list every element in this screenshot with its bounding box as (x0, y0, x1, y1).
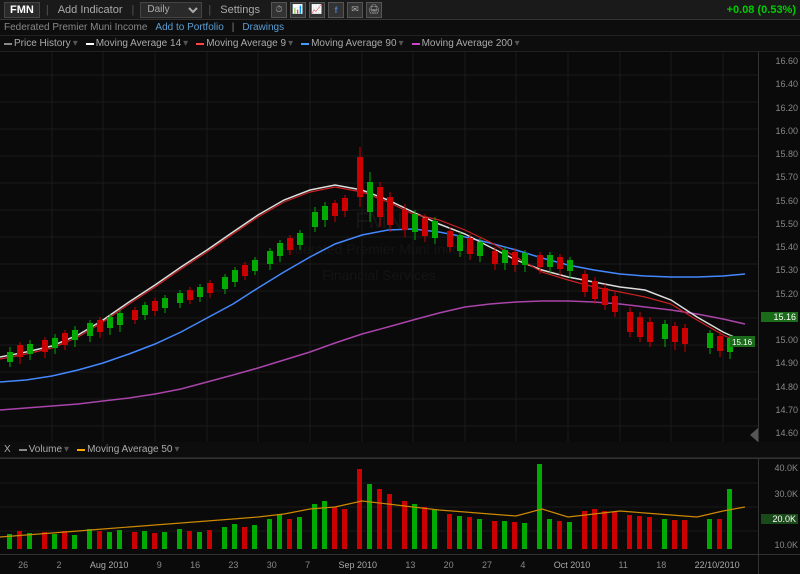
vol-label-20k: 20.0K (761, 514, 798, 524)
icon-share[interactable]: ✉ (347, 2, 363, 18)
candlestick-chart[interactable]: FMN Federated Premier Muni IncomeFinanci… (0, 52, 758, 442)
volume-dot (19, 449, 27, 451)
ticker-symbol[interactable]: FMN (4, 2, 40, 18)
price-label-1620: 16.20 (761, 103, 798, 113)
date-7: 7 (305, 560, 310, 570)
icon-line[interactable]: 📈 (309, 2, 325, 18)
date-18: 18 (656, 560, 666, 570)
sep3: | (208, 4, 211, 16)
ma9-dot (196, 43, 204, 45)
date-20: 20 (444, 560, 454, 570)
price-label-1560: 15.60 (761, 196, 798, 206)
ma200-label[interactable]: Moving Average 200 ▾ (412, 38, 520, 49)
date-22oct2010: 22/10/2010 (695, 560, 740, 570)
icon-print[interactable]: 🖨 (366, 2, 382, 18)
price-label-1600: 16.00 (761, 126, 798, 136)
date-23: 23 (228, 560, 238, 570)
sep1: | (46, 4, 49, 16)
volume-labels: X Volume ▾ Moving Average 50 ▾ (0, 442, 800, 458)
ma9-label[interactable]: Moving Average 9 ▾ (196, 38, 293, 49)
volume-ma50-dot (77, 449, 85, 451)
vol-label-10k: 10.0K (761, 540, 798, 550)
ma14-label[interactable]: Moving Average 14 ▾ (86, 38, 188, 49)
chart-svg: 15.16 (0, 52, 758, 442)
volume-ma50-text: Moving Average 50 (87, 444, 172, 455)
price-history-text: Price History (14, 38, 71, 49)
toolbar: FMN | Add Indicator | Daily Weekly Month… (0, 0, 800, 20)
period-select[interactable]: Daily Weekly Monthly (140, 2, 202, 18)
period-dropdown[interactable]: Daily Weekly Monthly (140, 2, 202, 18)
date-16: 16 (190, 560, 200, 570)
date-30: 30 (267, 560, 277, 570)
date-aug2010: Aug 2010 (90, 560, 129, 570)
date-4: 4 (520, 560, 525, 570)
date-13: 13 (405, 560, 415, 570)
stock-name: Federated Premier Muni Income (4, 22, 147, 33)
volume-label[interactable]: Volume ▾ (19, 444, 69, 455)
date-axis-right-spacer (758, 555, 800, 574)
price-label-1570: 15.70 (761, 172, 798, 182)
date-11: 11 (619, 560, 628, 570)
volume-x-icon[interactable]: X (4, 444, 11, 455)
add-indicator-button[interactable]: Add Indicator (55, 3, 126, 17)
settings-button[interactable]: Settings (217, 3, 263, 17)
ma200-text: Moving Average 200 (422, 38, 513, 49)
date-26: 26 (18, 560, 28, 570)
date-2: 2 (57, 560, 62, 570)
price-label-1550: 15.50 (761, 219, 798, 229)
volume-axis: 40.0K 30.0K 20.0K 10.0K (758, 459, 800, 554)
price-axis: 16.60 16.40 16.20 16.00 15.80 15.70 15.6… (758, 52, 800, 442)
indicator-labels: Price History ▾ Moving Average 14 ▾ Movi… (0, 36, 800, 52)
ma90-dot (301, 43, 309, 45)
price-label-1580: 15.80 (761, 149, 798, 159)
vol-label-40k: 40.0K (761, 463, 798, 473)
date-oct2010: Oct 2010 (554, 560, 591, 570)
price-label-1520: 15.20 (761, 289, 798, 299)
price-label-1540: 15.40 (761, 242, 798, 252)
add-to-portfolio-link[interactable]: Add to Portfolio (155, 22, 223, 33)
ma90-text: Moving Average 90 (311, 38, 396, 49)
date-axis: 26 2 Aug 2010 9 16 23 30 7 Sep 2010 13 2… (0, 554, 800, 574)
svg-text:15.16: 15.16 (732, 338, 753, 347)
date-9: 9 (157, 560, 162, 570)
price-label-1640: 16.40 (761, 79, 798, 89)
price-history-label[interactable]: Price History ▾ (4, 38, 78, 49)
volume-area: 40.0K 30.0K 20.0K 10.0K (0, 458, 800, 554)
price-label-1480: 14.80 (761, 382, 798, 392)
main-chart-area: FMN Federated Premier Muni IncomeFinanci… (0, 52, 800, 442)
date-sep2010: Sep 2010 (338, 560, 377, 570)
drawings-link[interactable]: Drawings (242, 22, 284, 33)
date-27: 27 (482, 560, 492, 570)
price-label-1460: 14.60 (761, 428, 798, 438)
volume-svg (0, 459, 758, 554)
price-label-1660: 16.60 (761, 56, 798, 66)
price-label-1470: 14.70 (761, 405, 798, 415)
volume-ma50-label[interactable]: Moving Average 50 ▾ (77, 444, 179, 455)
price-label-1490: 14.90 (761, 358, 798, 368)
ma14-dot (86, 43, 94, 45)
price-label-1530: 15.30 (761, 265, 798, 275)
price-label-1500: 15.00 (761, 335, 798, 345)
icon-chart[interactable]: 📊 (290, 2, 306, 18)
price-change: +0.08 (0.53%) (727, 4, 796, 16)
ma90-label[interactable]: Moving Average 90 ▾ (301, 38, 403, 49)
ma14-text: Moving Average 14 (96, 38, 181, 49)
stock-info-bar: Federated Premier Muni Income Add to Por… (0, 20, 800, 36)
ma200-dot (412, 43, 420, 45)
price-label-current: 15.16 (761, 312, 798, 322)
sep: | (232, 22, 235, 33)
price-history-dot (4, 43, 12, 45)
toolbar-icons: ⏱ 📊 📈 f ✉ 🖨 (271, 2, 382, 18)
ma9-text: Moving Average 9 (206, 38, 286, 49)
volume-text: Volume (29, 444, 62, 455)
volume-chart[interactable] (0, 459, 758, 554)
vol-label-30k: 30.0K (761, 489, 798, 499)
sep2: | (132, 4, 135, 16)
icon-facebook[interactable]: f (328, 2, 344, 18)
date-label-row: 26 2 Aug 2010 9 16 23 30 7 Sep 2010 13 2… (0, 555, 758, 574)
icon-clock[interactable]: ⏱ (271, 2, 287, 18)
